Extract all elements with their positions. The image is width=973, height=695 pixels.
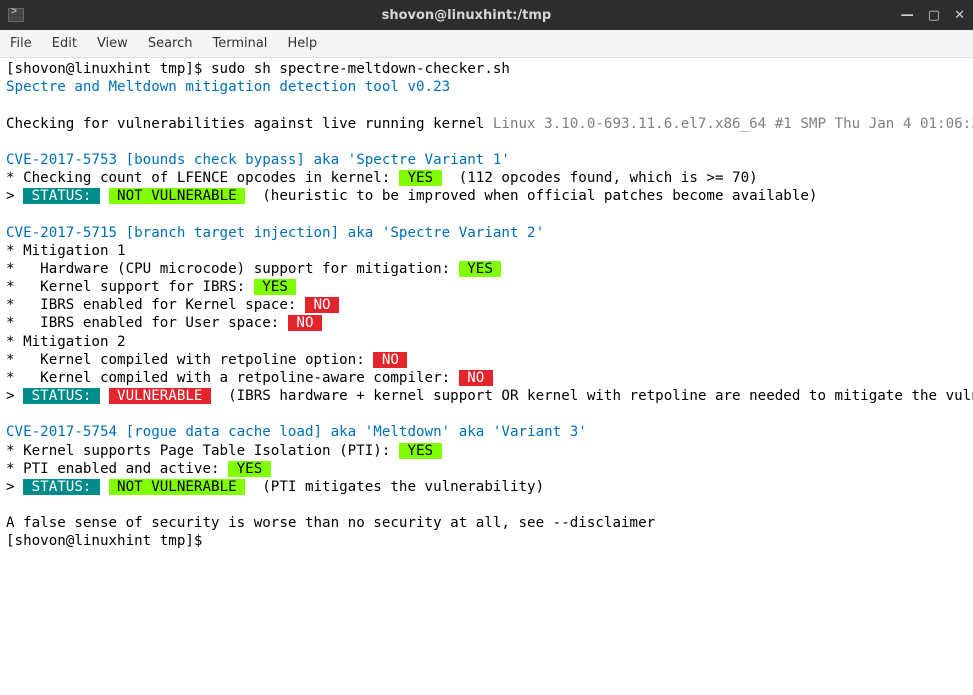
- gt: >: [6, 188, 23, 204]
- footer-text: A false sense of security is worse than …: [6, 515, 655, 531]
- badge-no: NO: [305, 297, 339, 313]
- menu-terminal[interactable]: Terminal: [212, 36, 267, 51]
- badge-notvuln: NOT VULNERABLE: [109, 188, 246, 204]
- cve3-l1: * Kernel supports Page Table Isolation (…: [6, 443, 399, 459]
- gt: >: [6, 388, 23, 404]
- cve2-title: CVE-2017-5715 [branch target injection] …: [6, 225, 544, 241]
- kernel-info: Linux 3.10.0-693.11.6.el7.x86_64 #1 SMP …: [493, 116, 973, 132]
- status-label: STATUS:: [23, 388, 100, 404]
- terminal-output[interactable]: [shovon@linuxhint tmp]$ sudo sh spectre-…: [0, 58, 973, 553]
- maximize-button[interactable]: ▢: [928, 8, 940, 23]
- cve2-mit2: * Mitigation 2: [6, 334, 126, 350]
- badge-yes: YES: [228, 461, 271, 477]
- prompt: [shovon@linuxhint tmp]$: [6, 533, 211, 549]
- badge-yes: YES: [254, 279, 297, 295]
- cve3-l2: * PTI enabled and active:: [6, 461, 228, 477]
- app-icon: [8, 8, 32, 22]
- cve3-note: (PTI mitigates the vulnerability): [245, 479, 544, 495]
- cve2-mit1: * Mitigation 1: [6, 243, 126, 259]
- cve2-r1: * Kernel compiled with retpoline option:: [6, 352, 373, 368]
- close-button[interactable]: ✕: [954, 8, 965, 23]
- badge-no: NO: [288, 315, 322, 331]
- cve1-check: * Checking count of LFENCE opcodes in ke…: [6, 170, 399, 186]
- tool-header: Spectre and Meltdown mitigation detectio…: [6, 79, 450, 95]
- menu-edit[interactable]: Edit: [52, 36, 77, 51]
- menu-file[interactable]: File: [10, 36, 32, 51]
- cve2-ks: * Kernel support for IBRS:: [6, 279, 254, 295]
- badge-no: NO: [459, 370, 493, 386]
- titlebar: shovon@linuxhint:/tmp — ▢ ✕: [0, 0, 973, 30]
- minimize-button[interactable]: —: [901, 8, 914, 23]
- cve2-iu: * IBRS enabled for User space:: [6, 315, 288, 331]
- command: sudo sh spectre-meltdown-checker.sh: [211, 61, 510, 77]
- check-text: Checking for vulnerabilities against liv…: [6, 116, 493, 132]
- cve2-hw: * Hardware (CPU microcode) support for m…: [6, 261, 459, 277]
- status-label: STATUS:: [23, 479, 100, 495]
- cve2-note: (IBRS hardware + kernel support OR kerne…: [211, 388, 973, 404]
- menubar: File Edit View Search Terminal Help: [0, 30, 973, 58]
- status-label: STATUS:: [23, 188, 100, 204]
- cve1-detail: (112 opcodes found, which is >= 70): [442, 170, 758, 186]
- cve3-title: CVE-2017-5754 [rogue data cache load] ak…: [6, 424, 587, 440]
- badge-notvuln: NOT VULNERABLE: [109, 479, 246, 495]
- cve1-note: (heuristic to be improved when official …: [245, 188, 817, 204]
- gt: >: [6, 479, 23, 495]
- cve2-ik: * IBRS enabled for Kernel space:: [6, 297, 305, 313]
- badge-no: NO: [373, 352, 407, 368]
- badge-yes: YES: [459, 261, 502, 277]
- badge-vuln: VULNERABLE: [109, 388, 212, 404]
- window-title: shovon@linuxhint:/tmp: [32, 8, 901, 23]
- prompt: [shovon@linuxhint tmp]$: [6, 61, 211, 77]
- badge-yes: YES: [399, 443, 442, 459]
- cve2-r2: * Kernel compiled with a retpoline-aware…: [6, 370, 459, 386]
- menu-view[interactable]: View: [97, 36, 128, 51]
- menu-search[interactable]: Search: [148, 36, 193, 51]
- badge-yes: YES: [399, 170, 442, 186]
- cve1-title: CVE-2017-5753 [bounds check bypass] aka …: [6, 152, 510, 168]
- menu-help[interactable]: Help: [287, 36, 317, 51]
